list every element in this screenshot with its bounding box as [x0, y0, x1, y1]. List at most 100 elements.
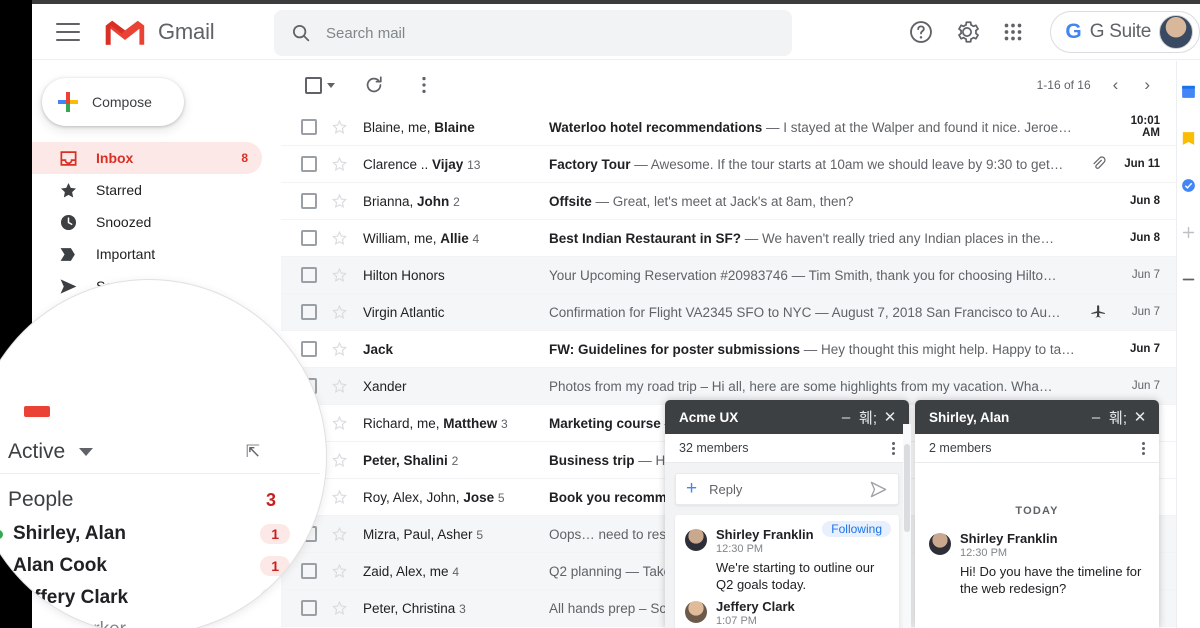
row-sender: William, me, Allie 4 [363, 230, 480, 246]
minimize-icon[interactable]: – [1085, 409, 1107, 426]
calendar-icon[interactable] [1180, 83, 1197, 100]
select-all-control[interactable] [305, 76, 335, 94]
star-icon[interactable] [331, 563, 348, 580]
keep-notes-icon[interactable] [1180, 130, 1197, 147]
kebab-menu-icon[interactable] [886, 438, 901, 459]
add-ons-plus-icon[interactable] [1180, 224, 1197, 241]
row-sender: Xander [363, 378, 407, 394]
star-icon[interactable] [331, 230, 348, 247]
row-sender: Zaid, Alex, me 4 [363, 563, 459, 579]
row-checkbox[interactable] [301, 341, 317, 357]
table-row[interactable]: Clarence .. Vijay 13 Factory Tour — Aweso… [281, 146, 1176, 183]
table-row[interactable]: William, me, Allie 4 Best Indian Restaura… [281, 220, 1176, 257]
help-circle-icon[interactable] [908, 19, 934, 45]
checkbox-icon[interactable] [305, 76, 322, 94]
chevron-left-icon[interactable]: ‹ [1109, 75, 1123, 95]
gsuite-account-button[interactable]: G G Suite [1050, 11, 1200, 53]
collapse-panel-icon[interactable] [1180, 271, 1197, 288]
apps-grid-icon[interactable] [1000, 19, 1026, 45]
send-icon [58, 276, 78, 296]
star-icon[interactable] [331, 452, 348, 469]
minimize-icon[interactable]: – [835, 409, 857, 426]
row-checkbox[interactable] [301, 193, 317, 209]
search-bar[interactable] [274, 10, 792, 56]
mail-list-scrollbar[interactable] [903, 424, 911, 628]
table-row[interactable]: Blaine, me, Blaine Waterloo hotel recomme… [281, 109, 1176, 146]
inbox-unread-count: 8 [241, 151, 248, 165]
airplane-icon [1088, 302, 1108, 322]
list-item[interactable]: Jeffery Clark 1 [0, 582, 320, 614]
plus-icon[interactable]: + [686, 478, 697, 500]
person-name: Jeffery Clark [13, 587, 129, 608]
chat-body: + Reply Following Shirley Franklin 12:30… [665, 463, 909, 628]
kebab-menu-icon[interactable] [1136, 438, 1151, 459]
row-sender: Mizra, Paul, Asher 5 [363, 526, 483, 542]
star-icon[interactable] [331, 600, 348, 617]
compose-button[interactable]: Compose [42, 78, 184, 126]
tasks-icon[interactable] [1180, 177, 1197, 194]
table-row[interactable]: Hilton Honors Your Upcoming Reservation #… [281, 257, 1176, 294]
star-icon[interactable] [331, 489, 348, 506]
message-time: 12:30 PM [960, 547, 1008, 559]
status-badge: 1 [260, 588, 290, 608]
chat-titlebar[interactable]: Acme UX – 훼; ✕ [665, 400, 909, 434]
star-icon[interactable] [331, 156, 348, 173]
row-date: Jun 11 [1124, 158, 1160, 170]
hamburger-icon[interactable] [56, 22, 80, 41]
chat-reply-input[interactable]: + Reply [675, 473, 899, 505]
row-sender: Richard, me, Matthew 3 [363, 415, 508, 431]
header-actions: G G Suite [908, 4, 1200, 60]
sidebar-item-snoozed[interactable]: Snoozed [32, 206, 262, 238]
row-checkbox[interactable] [301, 156, 317, 172]
star-icon[interactable] [331, 304, 348, 321]
row-sender: Blaine, me, Blaine [363, 119, 475, 135]
star-icon[interactable] [331, 119, 348, 136]
row-checkbox[interactable] [301, 304, 317, 320]
expand-icon[interactable]: ⇱ [246, 442, 260, 462]
chevron-down-icon[interactable] [327, 82, 335, 88]
search-input[interactable] [326, 24, 746, 42]
send-icon[interactable] [869, 480, 888, 499]
list-item[interactable]: Alan Cook 1 [0, 550, 320, 582]
sidebar-item-inbox[interactable]: Inbox 8 [32, 142, 262, 174]
chat-window-shirley-alan[interactable]: Shirley, Alan – 훼; ✕ 2 members TODAY Shi… [915, 400, 1159, 628]
chevron-down-icon[interactable] [79, 447, 94, 456]
table-row[interactable]: Jack FW: Guidelines for poster submission… [281, 331, 1176, 368]
kebab-menu-icon[interactable] [413, 74, 435, 96]
close-icon[interactable]: ✕ [879, 408, 901, 426]
chat-window-acme-ux[interactable]: Acme UX – 훼; ✕ 32 members + Reply Follow… [665, 400, 909, 628]
magnified-hangouts-bar[interactable]: Active ⇱ [0, 430, 320, 474]
row-sender: Brianna, John 2 [363, 193, 460, 209]
gear-icon[interactable] [954, 19, 980, 45]
sidebar-item-starred[interactable]: Starred [32, 174, 262, 206]
following-badge[interactable]: Following [822, 521, 891, 537]
star-icon[interactable] [331, 415, 348, 432]
star-icon[interactable] [331, 526, 348, 543]
row-checkbox[interactable] [301, 267, 317, 283]
chat-titlebar[interactable]: Shirley, Alan – 훼; ✕ [915, 400, 1159, 434]
compose-label: Compose [92, 94, 152, 110]
list-item[interactable]: Carrie Parker [0, 614, 320, 628]
close-icon[interactable]: ✕ [1129, 408, 1151, 426]
magnified-content: Active ⇱ People 3 Shirley, Alan 1 Alan Coo… [0, 430, 320, 628]
star-icon[interactable] [331, 341, 348, 358]
sidebar-item-important[interactable]: Important [32, 238, 262, 270]
row-checkbox[interactable] [301, 119, 317, 135]
row-subject: Waterloo hotel recommendations — I staye… [549, 119, 1072, 135]
row-subject: Photos from my road trip – Hi all, here … [549, 378, 1053, 394]
expand-diagonal-icon[interactable]: 훼; [1107, 407, 1129, 428]
chevron-right-icon[interactable]: › [1140, 75, 1154, 95]
row-checkbox[interactable] [301, 230, 317, 246]
star-icon[interactable] [331, 193, 348, 210]
table-row[interactable]: Brianna, John 2 Offsite — Great, let's me… [281, 183, 1176, 220]
refresh-icon[interactable] [363, 74, 385, 96]
row-subject: FW: Guidelines for poster submissions — … [549, 341, 1075, 357]
star-icon[interactable] [331, 378, 348, 395]
star-icon[interactable] [331, 267, 348, 284]
list-item[interactable]: Shirley, Alan 1 [0, 518, 320, 550]
expand-diagonal-icon[interactable]: 훼; [857, 407, 879, 428]
table-row[interactable]: Virgin Atlantic Confirmation for Flight V… [281, 294, 1176, 331]
row-date: Jun 7 [1129, 343, 1160, 355]
avatar[interactable] [1159, 15, 1193, 49]
mail-toolbar: 1-16 of 16 ‹ › [281, 61, 1176, 109]
